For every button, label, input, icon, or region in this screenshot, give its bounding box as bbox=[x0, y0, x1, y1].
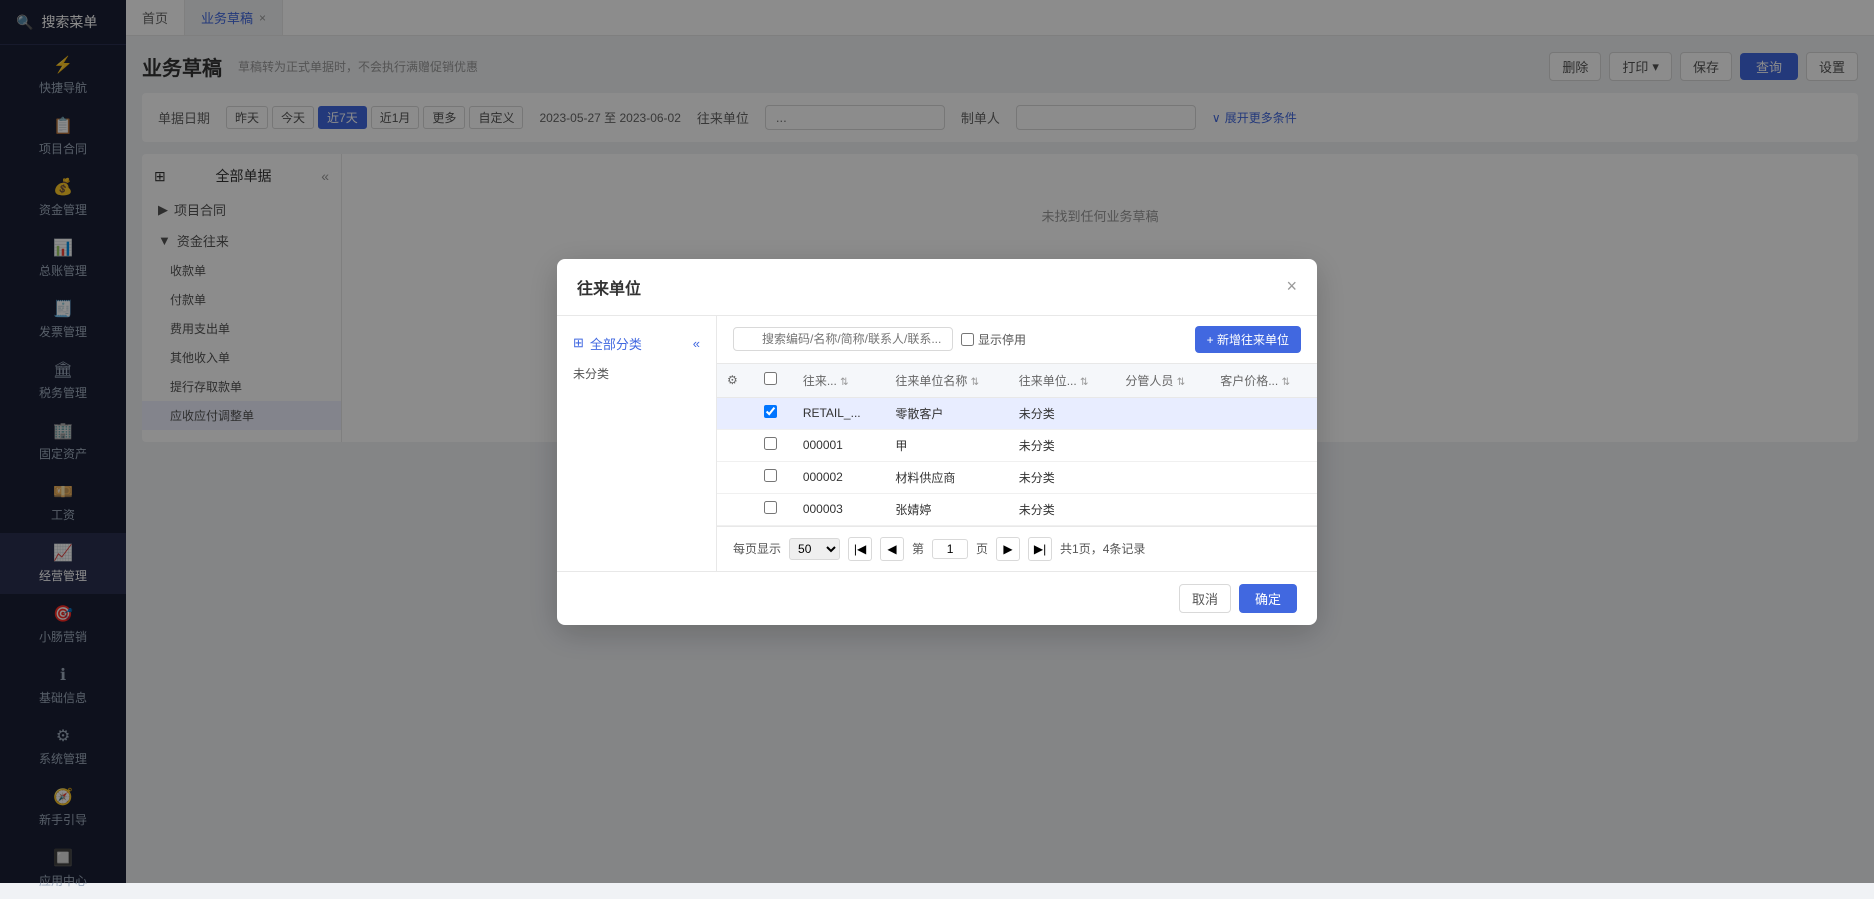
modal-category-header-label: 全部分类 bbox=[590, 334, 642, 353]
next-page-button[interactable]: ▶ bbox=[996, 537, 1020, 561]
modal-body: ⊞ 全部分类 « 未分类 🔍 bbox=[557, 316, 1317, 571]
row-manager bbox=[1115, 397, 1210, 429]
modal-close-button[interactable]: × bbox=[1286, 276, 1297, 297]
party-search-input[interactable] bbox=[733, 327, 953, 351]
col-checkbox bbox=[754, 364, 793, 398]
row-settings bbox=[717, 493, 754, 525]
row-category: 未分类 bbox=[1009, 429, 1116, 461]
row-code: 000003 bbox=[793, 493, 886, 525]
show-disabled-text: 显示停用 bbox=[978, 331, 1026, 348]
table-row[interactable]: RETAIL_... 零散客户 未分类 bbox=[717, 397, 1317, 429]
row-name: 材料供应商 bbox=[885, 461, 1008, 493]
row-name: 甲 bbox=[885, 429, 1008, 461]
row-name: 零散客户 bbox=[885, 397, 1008, 429]
row-code: 000001 bbox=[793, 429, 886, 461]
row-category: 未分类 bbox=[1009, 493, 1116, 525]
sort-icon: ⇅ bbox=[1080, 377, 1088, 388]
col-category[interactable]: 往来单位... ⇅ bbox=[1009, 364, 1116, 398]
show-disabled-checkbox[interactable] bbox=[961, 333, 974, 346]
row-settings bbox=[717, 397, 754, 429]
col-price[interactable]: 客户价格... ⇅ bbox=[1210, 364, 1317, 398]
row-select-checkbox[interactable] bbox=[764, 437, 777, 450]
table-header-row: ⚙ 往来... ⇅ 往来单位名称 ⇅ 往来单位... ⇅ 分管人员 ⇅ 客户价格… bbox=[717, 364, 1317, 398]
modal-pagination: 每页显示 50 100 200 |◀ ◀ 第 页 ▶ ▶| 共1页，4 bbox=[717, 526, 1317, 571]
table-row[interactable]: 000003 张婧婷 未分类 bbox=[717, 493, 1317, 525]
party-modal: 往来单位 × ⊞ 全部分类 « 未分类 bbox=[557, 259, 1317, 625]
row-settings bbox=[717, 429, 754, 461]
modal-categories: ⊞ 全部分类 « 未分类 bbox=[557, 316, 717, 571]
modal-toolbar: 🔍 显示停用 + 新增往来单位 bbox=[717, 316, 1317, 364]
sort-icon: ⇅ bbox=[1282, 377, 1290, 388]
confirm-button[interactable]: 确定 bbox=[1239, 584, 1297, 613]
col-manager[interactable]: 分管人员 ⇅ bbox=[1115, 364, 1210, 398]
row-manager bbox=[1115, 461, 1210, 493]
row-name: 张婧婷 bbox=[885, 493, 1008, 525]
per-page-label: 每页显示 bbox=[733, 540, 781, 557]
table-row[interactable]: 000002 材料供应商 未分类 bbox=[717, 461, 1317, 493]
col-settings: ⚙ bbox=[717, 364, 754, 398]
search-wrapper: 🔍 bbox=[733, 327, 953, 351]
row-code: 000002 bbox=[793, 461, 886, 493]
modal-right: 🔍 显示停用 + 新增往来单位 bbox=[717, 316, 1317, 571]
per-page-select[interactable]: 50 100 200 bbox=[789, 538, 840, 560]
row-code: RETAIL_... bbox=[793, 397, 886, 429]
col-code[interactable]: 往来... ⇅ bbox=[793, 364, 886, 398]
modal-content-area: ⊞ 全部分类 « 未分类 🔍 bbox=[557, 316, 1317, 571]
total-info: 共1页，4条记录 bbox=[1060, 540, 1145, 557]
row-price bbox=[1210, 461, 1317, 493]
prev-page-button[interactable]: ◀ bbox=[880, 537, 904, 561]
row-select-checkbox[interactable] bbox=[764, 501, 777, 514]
row-settings bbox=[717, 461, 754, 493]
add-party-button[interactable]: + 新增往来单位 bbox=[1195, 326, 1301, 353]
row-category: 未分类 bbox=[1009, 461, 1116, 493]
settings-icon: ⚙ bbox=[727, 373, 738, 387]
row-manager bbox=[1115, 429, 1210, 461]
table-row[interactable]: 000001 甲 未分类 bbox=[717, 429, 1317, 461]
cancel-button[interactable]: 取消 bbox=[1179, 584, 1231, 613]
row-checkbox[interactable] bbox=[754, 461, 793, 493]
party-table: ⚙ 往来... ⇅ 往来单位名称 ⇅ 往来单位... ⇅ 分管人员 ⇅ 客户价格… bbox=[717, 364, 1317, 526]
modal-footer: 取消 确定 bbox=[557, 571, 1317, 625]
modal-title: 往来单位 bbox=[577, 275, 641, 299]
row-checkbox[interactable] bbox=[754, 493, 793, 525]
modal-category-unclassified[interactable]: 未分类 bbox=[557, 359, 716, 388]
page-number-input[interactable] bbox=[932, 539, 968, 559]
last-page-button[interactable]: ▶| bbox=[1028, 537, 1052, 561]
row-checkbox[interactable] bbox=[754, 429, 793, 461]
sort-icon: ⇅ bbox=[1177, 377, 1185, 388]
sort-icon: ⇅ bbox=[971, 377, 979, 388]
row-price bbox=[1210, 493, 1317, 525]
first-page-button[interactable]: |◀ bbox=[848, 537, 872, 561]
select-all-checkbox[interactable] bbox=[764, 372, 777, 385]
collapse-left-icon[interactable]: « bbox=[693, 336, 700, 351]
row-select-checkbox[interactable] bbox=[764, 405, 777, 418]
modal-category-label: 未分类 bbox=[573, 367, 609, 381]
row-price bbox=[1210, 429, 1317, 461]
row-category: 未分类 bbox=[1009, 397, 1116, 429]
page-suffix-label: 页 bbox=[976, 540, 988, 557]
modal-header: 往来单位 × bbox=[557, 259, 1317, 316]
modal-category-header[interactable]: ⊞ 全部分类 « bbox=[557, 328, 716, 359]
sort-icon: ⇅ bbox=[840, 377, 848, 388]
row-checkbox[interactable] bbox=[754, 397, 793, 429]
grid-icon: ⊞ bbox=[573, 335, 584, 351]
modal-overlay: 往来单位 × ⊞ 全部分类 « 未分类 bbox=[0, 0, 1874, 883]
page-prefix-label: 第 bbox=[912, 540, 924, 557]
modal-table: ⚙ 往来... ⇅ 往来单位名称 ⇅ 往来单位... ⇅ 分管人员 ⇅ 客户价格… bbox=[717, 364, 1317, 526]
col-name[interactable]: 往来单位名称 ⇅ bbox=[885, 364, 1008, 398]
row-select-checkbox[interactable] bbox=[764, 469, 777, 482]
row-manager bbox=[1115, 493, 1210, 525]
row-price bbox=[1210, 397, 1317, 429]
show-disabled-label[interactable]: 显示停用 bbox=[961, 331, 1026, 348]
